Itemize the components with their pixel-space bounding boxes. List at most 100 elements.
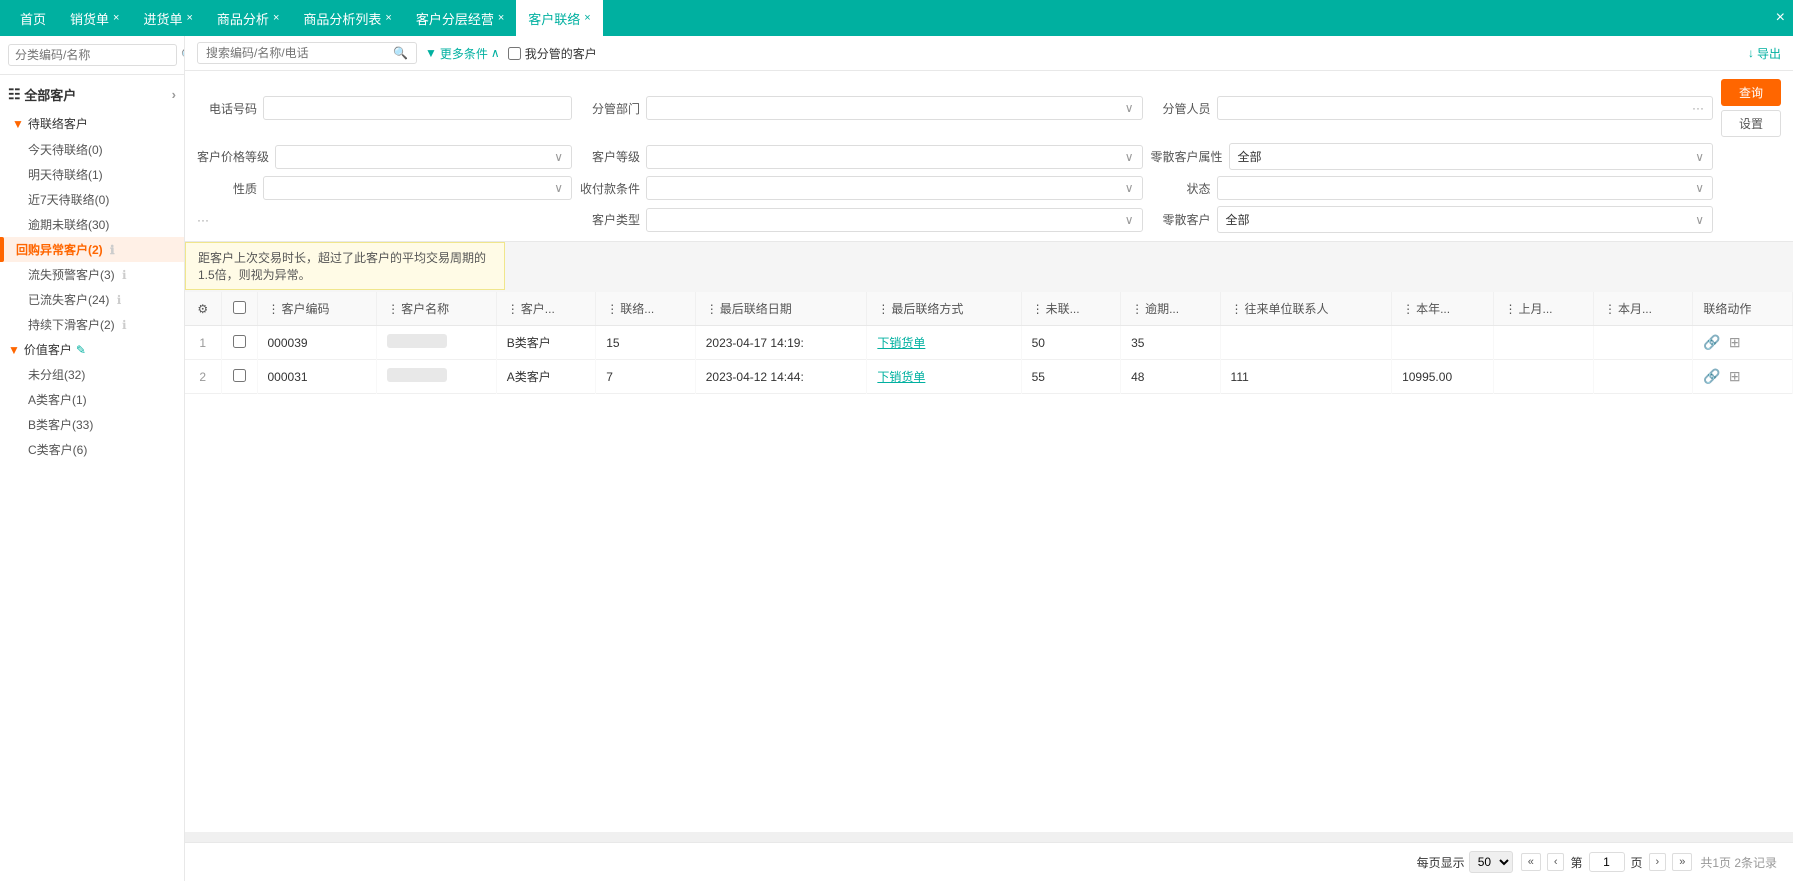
row-1-link-icon[interactable]: 🔗 — [1703, 334, 1720, 351]
churned-label: 已流失客户(24) — [28, 293, 109, 307]
repurchase-info-icon[interactable]: ℹ — [110, 243, 115, 257]
row-1-method-link[interactable]: 下销货单 — [877, 336, 925, 350]
churned-item[interactable]: 已流失客户(24) ℹ — [0, 287, 184, 312]
churn-warning-label: 流失预警客户(3) — [28, 268, 115, 282]
page-navigation: « ‹ 第 页 › » — [1521, 852, 1693, 872]
pending-contact-section[interactable]: ▼ 待联络客户 — [0, 110, 184, 137]
overdue-contact-label: 逾期未联络(30) — [28, 218, 109, 232]
sidebar-search-input[interactable] — [8, 44, 177, 66]
all-customers-header[interactable]: ☷ 全部客户 › — [0, 79, 184, 110]
row-2-checkbox[interactable] — [233, 369, 246, 382]
nav-product-analysis-list[interactable]: 商品分析列表 × — [291, 0, 403, 36]
today-contact-item[interactable]: 今天待联络(0) — [0, 137, 184, 162]
more-conditions-btn[interactable]: ▼ 更多条件 ∧ — [425, 45, 500, 62]
row-1-last-method[interactable]: 下销货单 — [867, 326, 1021, 360]
row-2-num: 2 — [185, 360, 221, 394]
row-1-grid-icon[interactable]: ⊞ — [1729, 334, 1741, 351]
churned-info-icon[interactable]: ℹ — [117, 293, 122, 307]
nav-customer-segmentation[interactable]: 客户分层经营 × — [404, 0, 516, 36]
more-dots[interactable]: ··· — [197, 213, 209, 227]
nav-sales-order[interactable]: 销货单 × — [58, 0, 131, 36]
per-page-select[interactable]: 50 — [1469, 851, 1513, 873]
nav-customer-contact-close[interactable]: × — [584, 12, 590, 24]
price-grade-select[interactable]: ∨ — [275, 145, 572, 169]
nav-home[interactable]: 首页 — [8, 0, 58, 36]
nav-sales-close[interactable]: × — [113, 12, 119, 24]
customer-type-arrow: ∨ — [1125, 213, 1134, 227]
nature-select[interactable]: ∨ — [263, 176, 572, 200]
select-all-checkbox[interactable] — [233, 301, 246, 314]
status-select[interactable]: ∨ — [1217, 176, 1714, 200]
search-icon[interactable]: 🔍 — [393, 46, 408, 60]
settings-icon[interactable]: ⚙ — [197, 302, 208, 316]
nav-purchase-close[interactable]: × — [186, 12, 192, 24]
my-customers-checkbox[interactable] — [508, 47, 521, 60]
retail-customer-select[interactable]: 全部 ∨ — [1217, 206, 1714, 233]
checkbox-col-header[interactable] — [221, 292, 257, 326]
payment-select[interactable]: ∨ — [646, 176, 1142, 200]
export-button[interactable]: ↓ 导出 — [1748, 45, 1781, 62]
b-class-item[interactable]: B类客户(33) — [0, 412, 184, 437]
retail-customer-label: 零散客户 — [1151, 211, 1211, 228]
payment-label: 收付款条件 — [580, 180, 640, 197]
next-page-button[interactable]: › — [1649, 853, 1667, 871]
query-button[interactable]: 查询 — [1721, 79, 1781, 106]
nav-customer-contact[interactable]: 客户联络 × — [516, 0, 602, 36]
a-class-item[interactable]: A类客户(1) — [0, 387, 184, 412]
ungroup-item[interactable]: 未分组(32) — [0, 362, 184, 387]
row-1-this-month — [1593, 326, 1692, 360]
tomorrow-contact-item[interactable]: 明天待联络(1) — [0, 162, 184, 187]
nav-product-analysis-list-close[interactable]: × — [385, 12, 391, 24]
declining-item[interactable]: 持续下滑客户(2) ℹ — [0, 312, 184, 337]
prev-page-button[interactable]: ‹ — [1547, 853, 1565, 871]
horizontal-scrollbar[interactable] — [185, 832, 1793, 842]
dept-select[interactable]: ∨ — [646, 96, 1143, 120]
row-1-last-date: 2023-04-17 14:19: — [695, 326, 867, 360]
this-year-col-header: ⋮本年... — [1392, 292, 1494, 326]
repurchase-abnormal-label: 回购异常客户(2) — [16, 243, 103, 257]
nav-product-analysis-close[interactable]: × — [273, 12, 279, 24]
filter-row-1: 电话号码 分管部门 ∨ 分管人员 ··· — [197, 79, 1781, 137]
value-edit-icon[interactable]: ✎ — [76, 343, 86, 357]
type-col-sort-icon: ⋮ — [507, 302, 519, 316]
my-customers-label[interactable]: 我分管的客户 — [508, 45, 597, 62]
last-page-button[interactable]: » — [1672, 853, 1692, 871]
first-page-button[interactable]: « — [1521, 853, 1541, 871]
overdue-contact-item[interactable]: 逾期未联络(30) — [0, 212, 184, 237]
nav-customer-seg-close[interactable]: × — [498, 12, 504, 24]
setting-button[interactable]: 设置 — [1721, 110, 1781, 137]
per-page-label: 每页显示 — [1417, 854, 1465, 871]
row-2-last-method[interactable]: 下销货单 — [867, 360, 1021, 394]
week-contact-item[interactable]: 近7天待联络(0) — [0, 187, 184, 212]
settings-col-header[interactable]: ⚙ — [185, 292, 221, 326]
customer-grade-select[interactable]: ∨ — [646, 145, 1143, 169]
row-2-grid-icon[interactable]: ⊞ — [1729, 368, 1741, 385]
table-area: ⚙ ⋮客户编码 ⋮客户名称 ⋮客户... — [185, 292, 1793, 832]
phone-label: 电话号码 — [197, 100, 257, 117]
customer-type-select[interactable]: ∨ — [646, 208, 1143, 232]
search-input[interactable] — [206, 46, 385, 60]
collapse-sidebar-icon[interactable]: › — [172, 87, 176, 102]
row-1-type: B类客户 — [496, 326, 595, 360]
declining-info-icon[interactable]: ℹ — [122, 318, 127, 332]
row-1-checkbox[interactable] — [233, 335, 246, 348]
row-2-method-link[interactable]: 下销货单 — [877, 370, 925, 384]
window-close-button[interactable]: × — [1776, 9, 1785, 27]
nav-purchase-order[interactable]: 进货单 × — [131, 0, 204, 36]
retail-attr-select[interactable]: 全部 ∨ — [1229, 143, 1713, 170]
repurchase-abnormal-item[interactable]: 回购异常客户(2) ℹ — [0, 237, 184, 262]
action-col-header: 联络动作 — [1693, 292, 1793, 326]
value-customers-section: ▼ 价值客户 ✎ — [0, 337, 184, 362]
phone-input[interactable] — [263, 96, 572, 120]
c-class-item[interactable]: C类客户(6) — [0, 437, 184, 462]
nav-product-analysis[interactable]: 商品分析 × — [205, 0, 291, 36]
export-label: 导出 — [1757, 45, 1781, 62]
churn-warning-info-icon[interactable]: ℹ — [122, 268, 127, 282]
table-row: 2 000031 A类客户 7 2023-04-12 14:44: 下销货单 5… — [185, 360, 1793, 394]
row-2-link-icon[interactable]: 🔗 — [1703, 368, 1720, 385]
row-1-checkbox-cell[interactable] — [221, 326, 257, 360]
row-2-checkbox-cell[interactable] — [221, 360, 257, 394]
manager-select[interactable]: ··· — [1217, 96, 1714, 120]
page-input[interactable] — [1589, 852, 1625, 872]
churn-warning-item[interactable]: 流失预警客户(3) ℹ — [0, 262, 184, 287]
